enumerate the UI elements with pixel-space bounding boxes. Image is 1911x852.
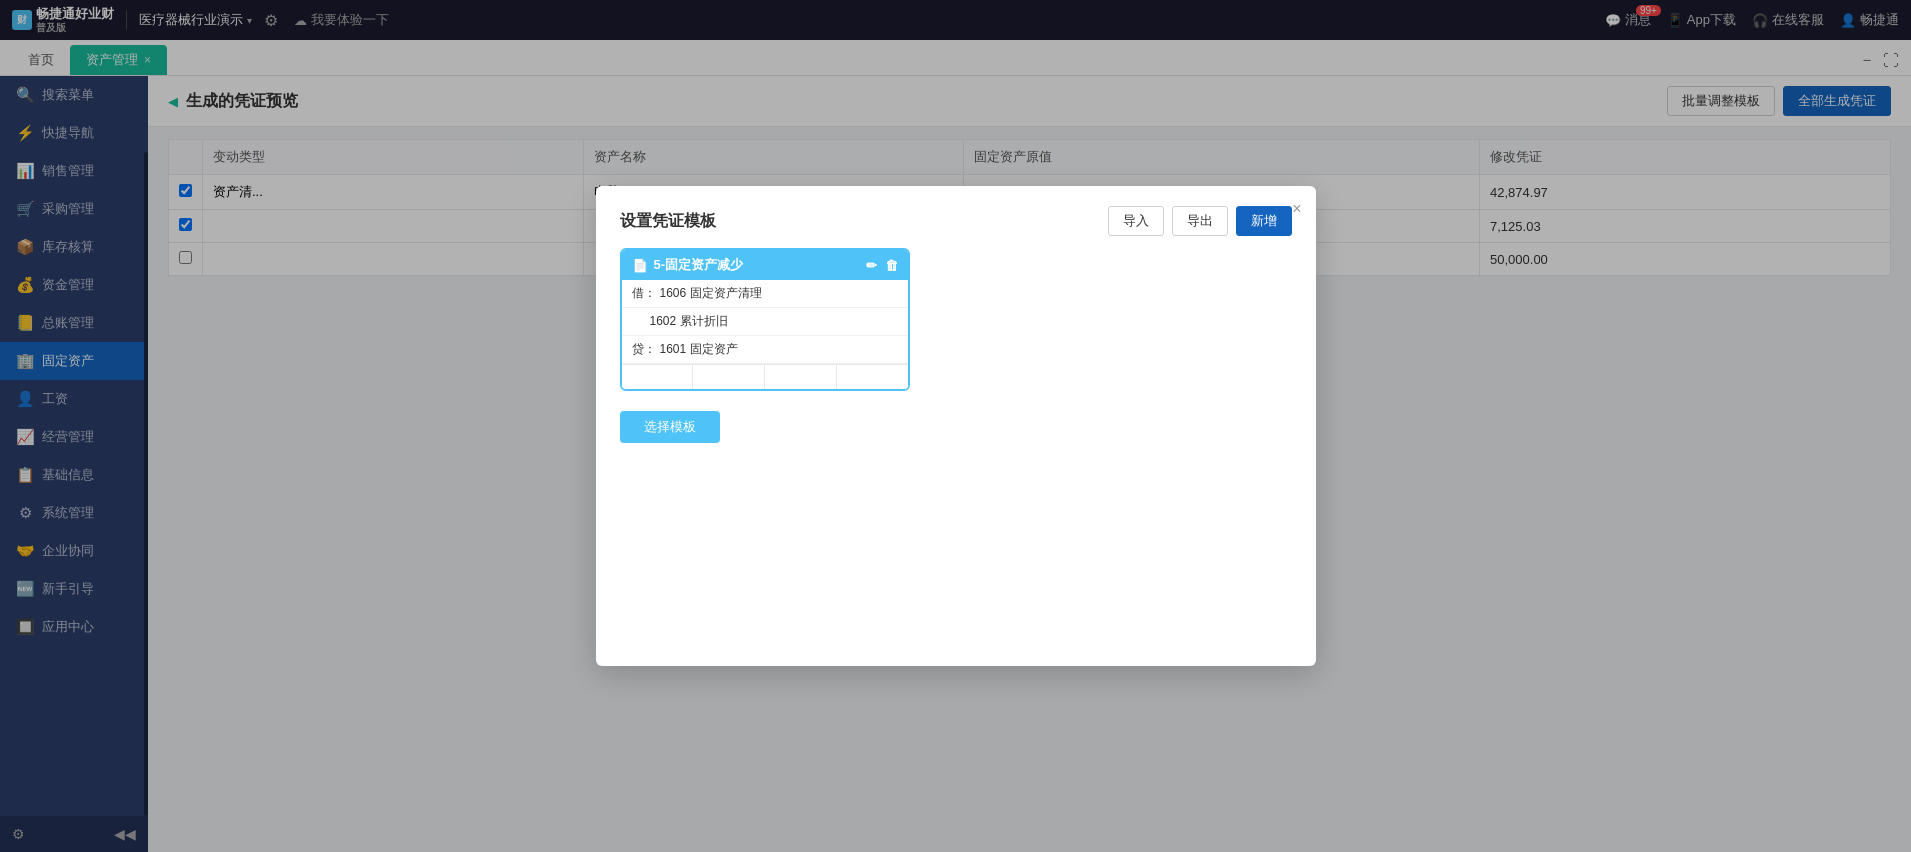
new-template-button[interactable]: 新增 [1236, 206, 1292, 236]
credit-row-0: 1601 固定资产 [660, 341, 738, 358]
debit-row-0: 1606 固定资产清理 [660, 285, 762, 302]
modal-header-actions: 导入 导出 新增 [1108, 206, 1292, 236]
footer-cell-3 [765, 365, 837, 389]
template-name: 5-固定资产减少 [654, 256, 744, 274]
template-card-header: 📄 5-固定资产减少 ✏ 🗑 [622, 250, 908, 280]
debit-label-row: 借： 1606 固定资产清理 [622, 280, 908, 308]
import-button[interactable]: 导入 [1108, 206, 1164, 236]
template-card-body: 借： 1606 固定资产清理 1602 累计折旧 贷： 1601 固定资产 [622, 280, 908, 389]
modal-set-template: × 设置凭证模板 导入 导出 新增 📄 5-固定资产减少 [596, 186, 1316, 666]
footer-cell-1 [622, 365, 694, 389]
select-template-button[interactable]: 选择模板 [620, 411, 720, 443]
template-card: 📄 5-固定资产减少 ✏ 🗑 借： 1606 固定资产清理 [620, 248, 910, 391]
modal-overlay: × 设置凭证模板 导入 导出 新增 📄 5-固定资产减少 [0, 76, 1911, 852]
debit-row-1-label: 1602 累计折旧 [650, 313, 728, 330]
template-card-footer [622, 364, 908, 389]
modal-close-button[interactable]: × [1292, 200, 1301, 218]
debit-row-1: 1602 累计折旧 [622, 308, 908, 336]
credit-label: 贷： [632, 341, 656, 358]
template-card-actions: ✏ 🗑 [866, 258, 898, 273]
footer-cell-2 [693, 365, 765, 389]
debit-label: 借： [632, 285, 656, 302]
template-edit-icon[interactable]: ✏ [866, 258, 877, 273]
modal-title: 设置凭证模板 [620, 211, 716, 232]
modal-body: 📄 5-固定资产减少 ✏ 🗑 借： 1606 固定资产清理 [596, 248, 1316, 666]
export-button[interactable]: 导出 [1172, 206, 1228, 236]
footer-cell-4 [837, 365, 908, 389]
template-header-icon: 📄 [632, 258, 648, 273]
modal-header: 设置凭证模板 导入 导出 新增 [596, 186, 1316, 248]
credit-label-row: 贷： 1601 固定资产 [622, 336, 908, 364]
template-delete-icon[interactable]: 🗑 [885, 258, 898, 273]
